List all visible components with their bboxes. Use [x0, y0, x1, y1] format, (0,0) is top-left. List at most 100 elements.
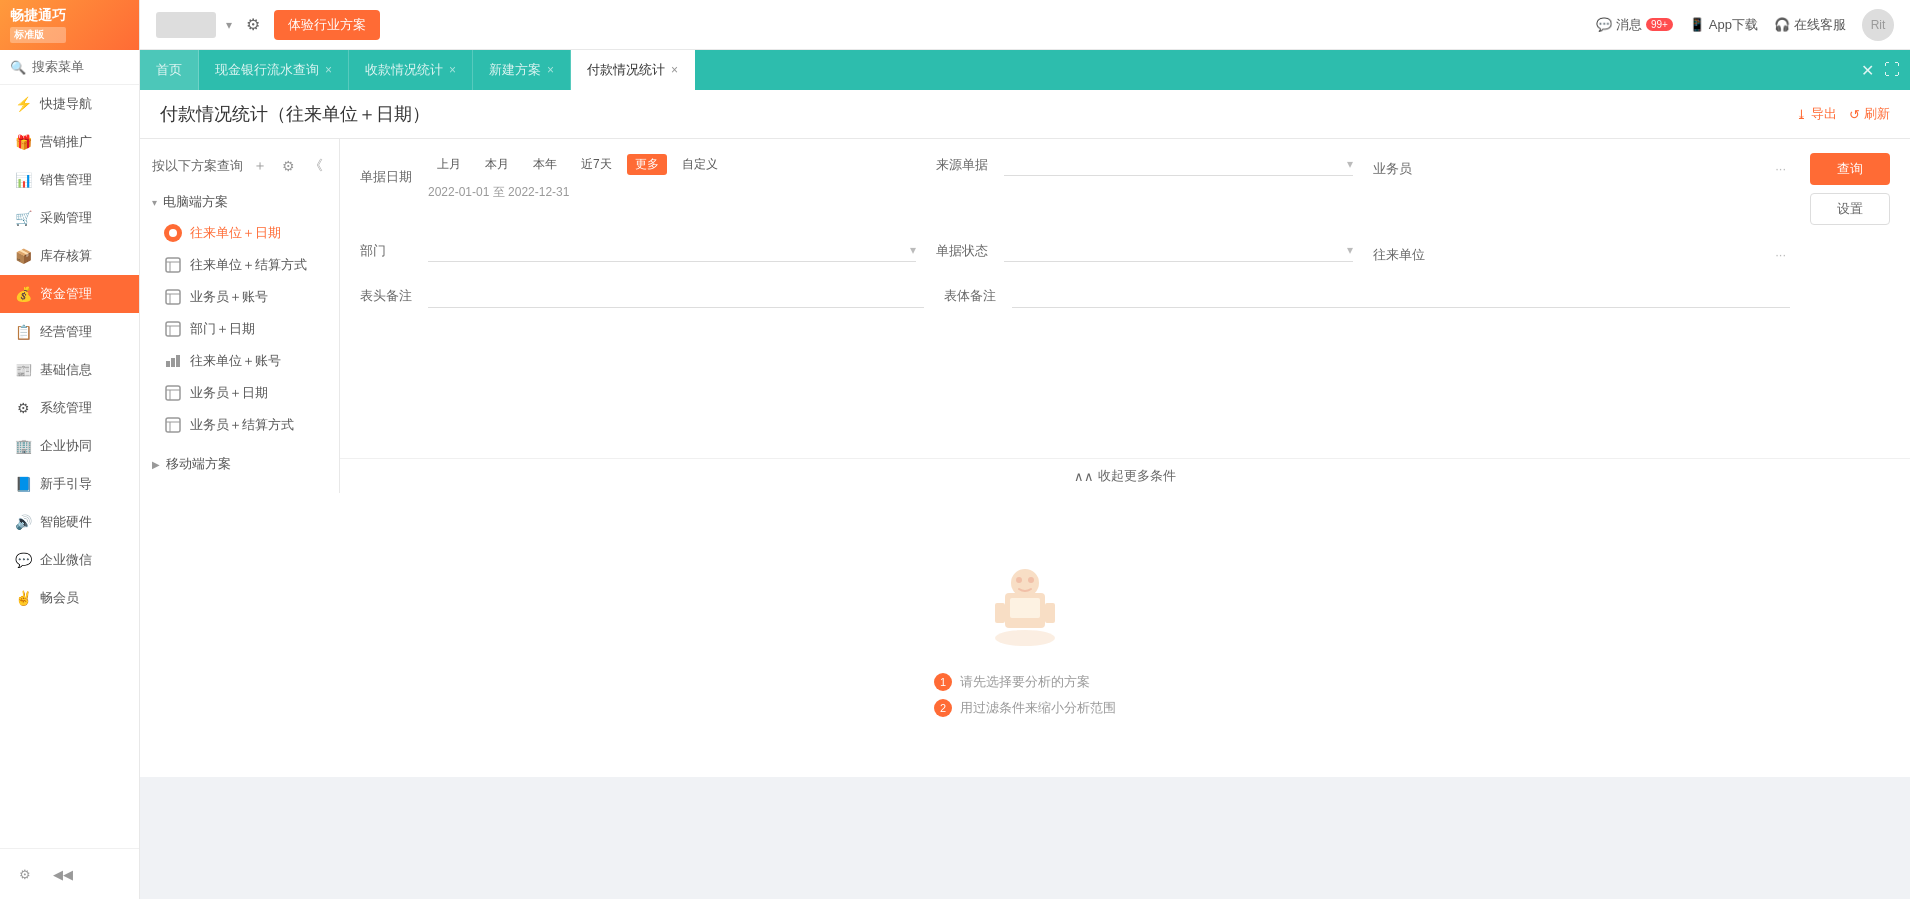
sidebar-item-wechat[interactable]: 💬 企业微信 — [0, 541, 139, 579]
source-voucher-select[interactable]: ▾ — [1004, 153, 1353, 176]
tab-cash-flow-close-icon[interactable]: × — [325, 63, 332, 77]
scheme-item-unit-settle[interactable]: 往来单位＋结算方式 — [140, 249, 339, 281]
sidebar-item-sales[interactable]: 📊 销售管理 — [0, 161, 139, 199]
sidebar-item-label: 经营管理 — [40, 323, 92, 341]
scheme-query-label: 按以下方案查询 — [152, 157, 243, 175]
sidebar-search[interactable]: 🔍 搜索菜单 — [0, 50, 139, 85]
scheme-item-salesman-account[interactable]: 业务员＋账号 — [140, 281, 339, 313]
user-avatar[interactable]: Rit — [1862, 9, 1894, 41]
sidebar-item-quick-nav[interactable]: ⚡ 快捷导航 — [0, 85, 139, 123]
refresh-button[interactable]: ↺ 刷新 — [1849, 105, 1890, 123]
counterpart-select[interactable]: ··· — [1441, 239, 1790, 270]
tab-cash-flow-label: 现金银行流水查询 — [215, 61, 319, 79]
sidebar-item-purchase[interactable]: 🛒 采购管理 — [0, 199, 139, 237]
svg-rect-11 — [171, 358, 175, 367]
close-all-tabs-icon[interactable]: ✕ — [1861, 61, 1874, 80]
messages-button[interactable]: 💬 消息 99+ — [1596, 16, 1673, 34]
profile-area — [156, 12, 216, 38]
sidebar-item-basic[interactable]: 📰 基础信息 — [0, 351, 139, 389]
guide-icon: 📘 — [14, 475, 32, 493]
system-icon: ⚙ — [14, 399, 32, 417]
table-body-note-input[interactable] — [1012, 284, 1790, 308]
svg-point-23 — [1016, 577, 1022, 583]
sidebar-header: 畅捷通巧 标准版 — [0, 0, 139, 50]
sidebar-item-label: 企业微信 — [40, 551, 92, 569]
voucher-date-field: 单据日期 上月 本月 本年 近7天 更多 自定义 20 — [360, 153, 916, 201]
tab-receipt-stats[interactable]: 收款情况统计 × — [349, 50, 473, 90]
sidebar-bottom: ⚙ ◀◀ — [0, 848, 139, 899]
collapse-scheme-button[interactable]: 《 — [305, 155, 327, 177]
scheme-item-salesman-settle[interactable]: 业务员＋结算方式 — [140, 409, 339, 441]
date-btn-this-month[interactable]: 本月 — [476, 153, 518, 176]
tab-payment-stats-close-icon[interactable]: × — [671, 63, 678, 77]
scheme-item-unit-account[interactable]: 往来单位＋账号 — [140, 345, 339, 377]
counterpart-field: 往来单位 ··· — [1373, 239, 1790, 270]
date-btn-7days[interactable]: 近7天 — [572, 153, 621, 176]
tab-receipt-stats-label: 收款情况统计 — [365, 61, 443, 79]
online-service-button[interactable]: 🎧 在线客服 — [1774, 16, 1846, 34]
sidebar-item-system[interactable]: ⚙ 系统管理 — [0, 389, 139, 427]
tab-receipt-stats-close-icon[interactable]: × — [449, 63, 456, 77]
svg-rect-21 — [1010, 598, 1040, 618]
sidebar-item-member[interactable]: ✌ 畅会员 — [0, 579, 139, 617]
counterpart-ellipsis-icon[interactable]: ··· — [1771, 243, 1790, 266]
salesman-ellipsis-icon[interactable]: ··· — [1771, 157, 1790, 180]
table-header-note-input[interactable] — [428, 284, 924, 308]
setting-button[interactable]: 设置 — [1810, 193, 1890, 225]
messages-badge: 99+ — [1646, 18, 1673, 31]
date-btn-this-year[interactable]: 本年 — [524, 153, 566, 176]
tab-cash-flow[interactable]: 现金银行流水查询 × — [199, 50, 349, 90]
sidebar-item-label: 快捷导航 — [40, 95, 92, 113]
tab-new-scheme-close-icon[interactable]: × — [547, 63, 554, 77]
scheme-item-salesman-date[interactable]: 业务员＋日期 — [140, 377, 339, 409]
scheme-item-dept-date[interactable]: 部门＋日期 — [140, 313, 339, 345]
empty-tip-1: 1 请先选择要分析的方案 — [934, 673, 1116, 691]
scheme-item-unit-date[interactable]: 往来单位＋日期 — [140, 217, 339, 249]
department-select[interactable]: ▾ — [428, 239, 916, 262]
empty-state: 1 请先选择要分析的方案 2 用过滤条件来缩小分析范围 — [140, 493, 1910, 777]
tab-new-scheme[interactable]: 新建方案 × — [473, 50, 571, 90]
date-btn-custom[interactable]: 自定义 — [673, 153, 727, 176]
scheme-group-mobile-header[interactable]: ▶ 移动端方案 — [140, 449, 339, 479]
export-button[interactable]: ⤓ 导出 — [1796, 105, 1837, 123]
sidebar-item-label: 系统管理 — [40, 399, 92, 417]
scheme-item-chart-icon — [164, 352, 182, 370]
tab-payment-stats[interactable]: 付款情况统计 × — [571, 50, 695, 90]
sidebar-item-inventory[interactable]: 📦 库存核算 — [0, 237, 139, 275]
salesman-select[interactable]: ··· — [1441, 153, 1790, 184]
voucher-status-select[interactable]: ▾ — [1004, 239, 1353, 262]
topbar-gear-icon[interactable]: ⚙ — [242, 15, 264, 34]
scheme-group-desktop-header[interactable]: ▾ 电脑端方案 — [140, 187, 339, 217]
tabbar: 首页 现金银行流水查询 × 收款情况统计 × 新建方案 × 付款情况统计 × ✕… — [140, 50, 1910, 90]
filter-row-2: 部门 ▾ 单据状态 ▾ — [360, 239, 1890, 270]
svg-rect-26 — [1045, 603, 1055, 623]
app-download-button[interactable]: 📱 App下载 — [1689, 16, 1758, 34]
sidebar-item-guide[interactable]: 📘 新手引导 — [0, 465, 139, 503]
sidebar-item-fund[interactable]: 💰 资金管理 — [0, 275, 139, 313]
manage-scheme-button[interactable]: ⚙ — [277, 155, 299, 177]
sidebar-item-hardware[interactable]: 🔊 智能硬件 — [0, 503, 139, 541]
settings-button[interactable]: ⚙ — [10, 859, 40, 889]
add-scheme-button[interactable]: ＋ — [249, 155, 271, 177]
sidebar-item-enterprise[interactable]: 🏢 企业协同 — [0, 427, 139, 465]
hardware-icon: 🔊 — [14, 513, 32, 531]
filter-row-1: 单据日期 上月 本月 本年 近7天 更多 自定义 20 — [360, 153, 1890, 225]
date-btn-last-month[interactable]: 上月 — [428, 153, 470, 176]
scheme-item-label: 往来单位＋账号 — [190, 352, 281, 370]
topbar: ▾ ⚙ 体验行业方案 💬 消息 99+ 📱 App下载 🎧 在线客服 Rit — [140, 0, 1910, 50]
date-btn-more[interactable]: 更多 — [627, 154, 667, 175]
sidebar-item-marketing[interactable]: 🎁 营销推广 — [0, 123, 139, 161]
scheme-item-label: 往来单位＋日期 — [190, 224, 281, 242]
query-button[interactable]: 查询 — [1810, 153, 1890, 185]
svg-rect-4 — [166, 290, 180, 304]
scheme-sidebar: 按以下方案查询 ＋ ⚙ 《 ▾ 电脑端方案 — [140, 139, 340, 493]
trial-button[interactable]: 体验行业方案 — [274, 10, 380, 40]
sidebar-item-operation[interactable]: 📋 经营管理 — [0, 313, 139, 351]
profile-chevron-icon[interactable]: ▾ — [226, 18, 232, 32]
scheme-group-label: 移动端方案 — [166, 455, 231, 473]
tab-home[interactable]: 首页 — [140, 50, 199, 90]
filter-form: 单据日期 上月 本月 本年 近7天 更多 自定义 20 — [340, 139, 1910, 458]
collapse-sidebar-button[interactable]: ◀◀ — [48, 859, 78, 889]
maximize-icon[interactable]: ⛶ — [1884, 61, 1900, 79]
collapse-conditions-button[interactable]: ∧∧ 收起更多条件 — [1074, 467, 1176, 485]
